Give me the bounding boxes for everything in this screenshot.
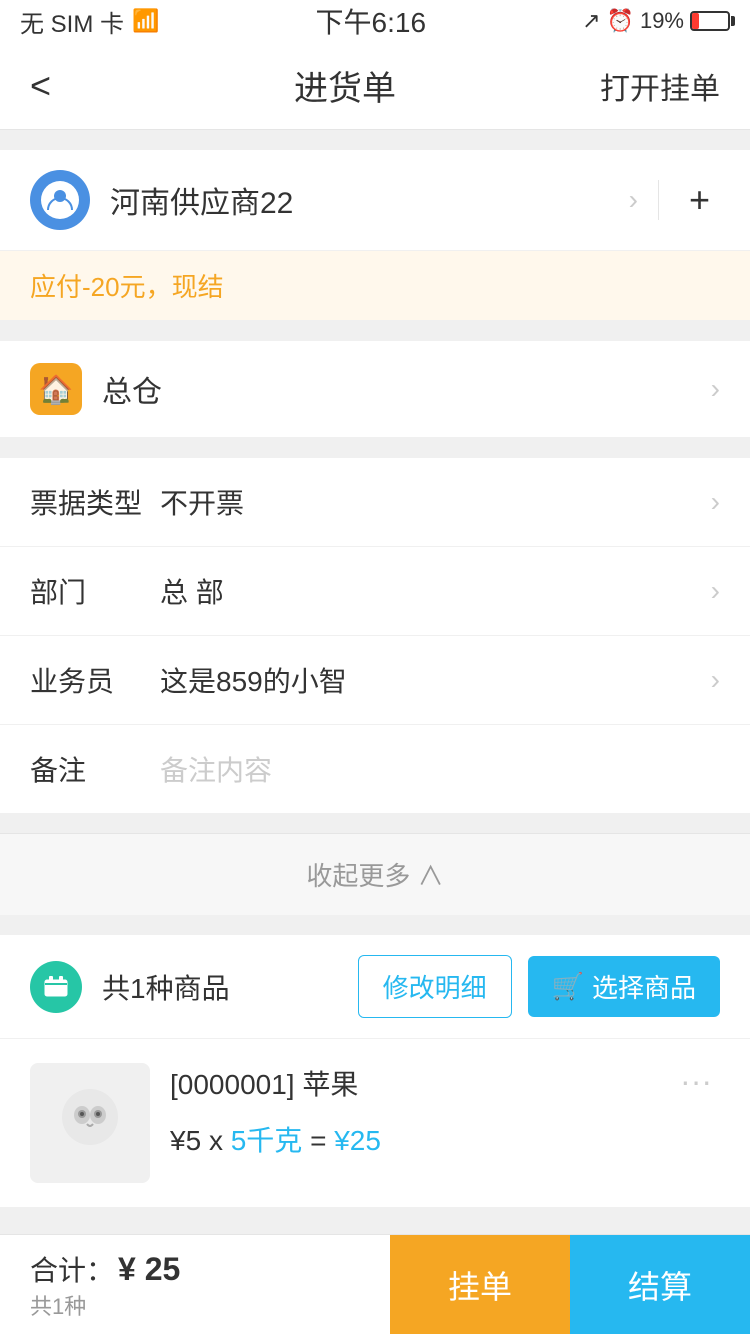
department-row[interactable]: 部门 总 部 › xyxy=(0,546,750,635)
product-total: ¥25 xyxy=(334,1125,381,1156)
hang-order-label: 挂单 xyxy=(448,1262,512,1308)
edit-detail-button[interactable]: 修改明细 xyxy=(358,955,512,1018)
product-title: 苹果 xyxy=(302,1069,358,1100)
select-product-label: 选择商品 xyxy=(592,968,696,1005)
battery-icon xyxy=(690,11,730,31)
select-product-button[interactable]: 🛒 选择商品 xyxy=(528,956,720,1017)
multiply-sign: x xyxy=(209,1125,231,1156)
supplier-name: 河南供应商22 xyxy=(110,178,629,222)
back-button[interactable]: < xyxy=(30,65,90,107)
price-unit: ¥5 xyxy=(170,1125,201,1156)
product-price: ¥5 x 5千克 = ¥25 xyxy=(170,1119,652,1159)
checkout-label: 结算 xyxy=(628,1262,692,1308)
status-right: ↗ ⏰ 19% xyxy=(582,8,730,34)
product-section: 共1种商品 修改明细 🛒 选择商品 xyxy=(0,935,750,1207)
gap-1 xyxy=(0,130,750,150)
payment-hint: 应付-20元，现结 xyxy=(0,251,750,320)
wifi-icon: 📶 xyxy=(132,8,159,34)
battery-percent: 19% xyxy=(640,8,684,34)
remark-row[interactable]: 备注 备注内容 xyxy=(0,724,750,813)
warehouse-chevron-icon: › xyxy=(711,373,720,405)
product-header: 共1种商品 修改明细 🛒 选择商品 xyxy=(0,935,750,1039)
product-qty: 5千克 xyxy=(231,1125,303,1156)
total-count: 共1种 xyxy=(30,1289,360,1321)
collapse-bar[interactable]: 收起更多 ∧ xyxy=(0,833,750,915)
hang-order-button[interactable]: 挂单 xyxy=(390,1235,570,1334)
warehouse-icon: 🏠 xyxy=(30,363,82,415)
alarm-icon: ⏰ xyxy=(607,8,634,34)
product-icon xyxy=(30,961,82,1013)
product-count: 共1种商品 xyxy=(102,967,358,1007)
product-name: [0000001] 苹果 xyxy=(170,1063,652,1103)
supplier-row[interactable]: 河南供应商22 › + xyxy=(0,150,750,251)
product-menu-button[interactable]: ··· xyxy=(672,1063,720,1100)
status-left: 无 SIM 卡 📶 xyxy=(20,4,159,39)
warehouse-section: 🏠 总仓 › xyxy=(0,340,750,437)
total-amount: ¥ 25 xyxy=(118,1251,180,1288)
open-hang-order-button[interactable]: 打开挂单 xyxy=(600,64,720,108)
equals-sign: = xyxy=(310,1125,334,1156)
checkout-button[interactable]: 结算 xyxy=(570,1235,750,1334)
invoice-value: 不开票 xyxy=(160,482,711,522)
total-section: 合计： ¥ 25 共1种 xyxy=(0,1235,390,1334)
salesman-row[interactable]: 业务员 这是859的小智 › xyxy=(0,635,750,724)
invoice-row[interactable]: 票据类型 不开票 › xyxy=(0,457,750,546)
salesman-label: 业务员 xyxy=(30,660,160,700)
bottom-bar: 合计： ¥ 25 共1种 挂单 结算 xyxy=(0,1234,750,1334)
select-product-icon: 🛒 xyxy=(552,971,584,1002)
supplier-avatar xyxy=(30,170,90,230)
status-time: 下午6:16 xyxy=(316,1,427,41)
add-supplier-button[interactable]: + xyxy=(679,179,720,221)
supplier-divider xyxy=(658,180,659,220)
product-item: [0000001] 苹果 ¥5 x 5千克 = ¥25 ··· xyxy=(0,1039,750,1207)
total-label: 合计： xyxy=(30,1249,114,1289)
department-chevron-icon: › xyxy=(711,575,720,607)
form-section: 票据类型 不开票 › 部门 总 部 › 业务员 这是859的小智 › 备注 备注… xyxy=(0,457,750,813)
gap-2 xyxy=(0,437,750,457)
total-row: 合计： ¥ 25 xyxy=(30,1249,360,1289)
status-bar: 无 SIM 卡 📶 下午6:16 ↗ ⏰ 19% xyxy=(0,0,750,42)
product-thumb-owl-icon xyxy=(55,1082,125,1164)
remark-input[interactable]: 备注内容 xyxy=(160,749,720,789)
supplier-chevron-icon: › xyxy=(629,184,638,216)
remark-label: 备注 xyxy=(30,749,160,789)
collapse-label: 收起更多 ∧ xyxy=(306,861,443,891)
salesman-value: 这是859的小智 xyxy=(160,660,711,700)
invoice-chevron-icon: › xyxy=(711,486,720,518)
warehouse-name: 总仓 xyxy=(102,367,711,411)
product-info: [0000001] 苹果 ¥5 x 5千克 = ¥25 xyxy=(170,1063,652,1159)
salesman-chevron-icon: › xyxy=(711,664,720,696)
warehouse-row[interactable]: 🏠 总仓 › xyxy=(0,340,750,437)
product-code: [0000001] xyxy=(170,1069,295,1100)
carrier-label: 无 SIM 卡 xyxy=(20,4,124,39)
nav-bar: < 进货单 打开挂单 xyxy=(0,42,750,130)
invoice-label: 票据类型 xyxy=(30,482,160,522)
supplier-section: 河南供应商22 › + 应付-20元，现结 xyxy=(0,150,750,320)
location-icon: ↗ xyxy=(582,8,600,34)
avatar-inner xyxy=(41,181,79,219)
page-title: 进货单 xyxy=(294,61,396,110)
department-value: 总 部 xyxy=(160,571,711,611)
department-label: 部门 xyxy=(30,571,160,611)
product-thumbnail xyxy=(30,1063,150,1183)
